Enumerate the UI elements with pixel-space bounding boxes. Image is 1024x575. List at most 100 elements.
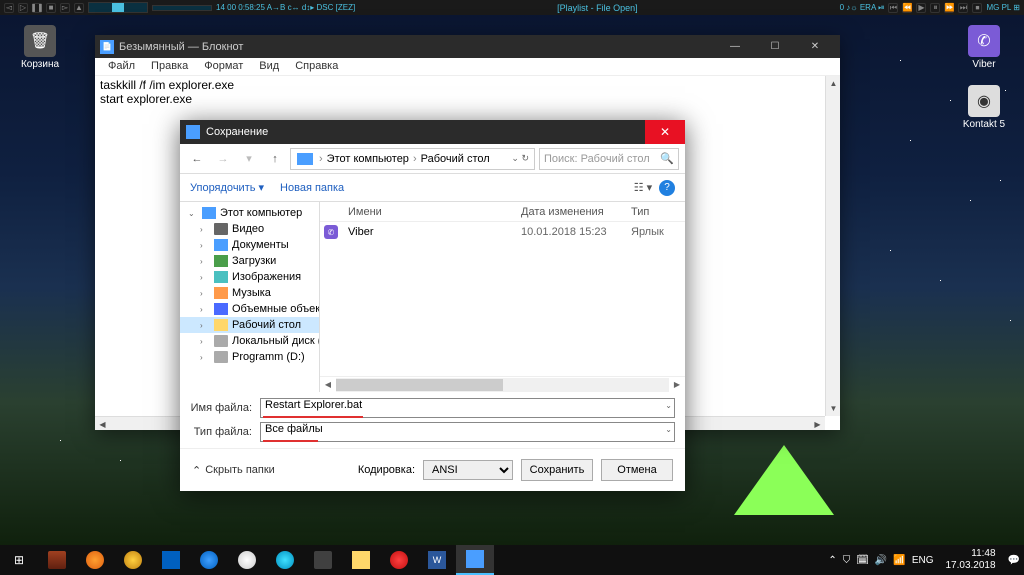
save-titlebar[interactable]: Сохранение ✕ bbox=[180, 120, 685, 144]
viber-shortcut[interactable]: ✆ Viber bbox=[954, 25, 1014, 70]
tb-app-2[interactable] bbox=[76, 545, 114, 575]
tray-notifications-icon[interactable]: 💬 bbox=[1008, 555, 1020, 566]
close-button[interactable]: ✕ bbox=[795, 35, 835, 58]
menu-view[interactable]: Вид bbox=[251, 58, 287, 75]
save-toolbar: Упорядочить ▾ Новая папка ☷ ▾ ? bbox=[180, 174, 685, 202]
nav-back-button[interactable]: ← bbox=[186, 148, 208, 170]
menu-edit[interactable]: Правка bbox=[143, 58, 196, 75]
kontakt-shortcut[interactable]: ◉ Kontakt 5 bbox=[954, 85, 1014, 130]
tb-explorer[interactable] bbox=[342, 545, 380, 575]
wa-b5-icon[interactable]: ⏩ bbox=[944, 3, 954, 13]
tb-app-7[interactable] bbox=[266, 545, 304, 575]
tree-images[interactable]: ›Изображения bbox=[180, 269, 319, 285]
search-input[interactable]: Поиск: Рабочий стол 🔍 bbox=[539, 148, 679, 170]
wa-b4-icon[interactable]: ⏸ bbox=[930, 3, 940, 13]
wa-b7-icon[interactable]: ⏹ bbox=[972, 3, 982, 13]
taskbar-clock[interactable]: 11:48 17.03.2018 bbox=[939, 548, 1001, 572]
tb-notepad[interactable] bbox=[456, 545, 494, 575]
save-nav: ← → ▾ ↑ › Этот компьютер › Рабочий стол … bbox=[180, 144, 685, 174]
cancel-button[interactable]: Отмена bbox=[601, 459, 673, 481]
help-button[interactable]: ? bbox=[659, 180, 675, 196]
filetype-dropdown-icon[interactable]: ⌄ bbox=[665, 425, 672, 434]
tree-downloads[interactable]: ›Загрузки bbox=[180, 253, 319, 269]
encoding-select[interactable]: ANSI bbox=[423, 460, 513, 480]
nav-up-button[interactable]: ↑ bbox=[264, 148, 286, 170]
wa-pause-icon[interactable]: ❚❚ bbox=[32, 3, 42, 13]
tb-app-1[interactable] bbox=[38, 545, 76, 575]
filename-dropdown-icon[interactable]: ⌄ bbox=[665, 401, 672, 410]
tray-wifi-icon[interactable]: 📶 bbox=[893, 555, 905, 566]
filename-input[interactable]: Restart Explorer.bat ⌄ bbox=[260, 398, 675, 418]
col-date[interactable]: Дата изменения bbox=[515, 206, 625, 218]
wa-title: [Playlist - File Open] bbox=[359, 3, 835, 13]
tb-app-3[interactable] bbox=[114, 545, 152, 575]
tree-music[interactable]: ›Музыка bbox=[180, 285, 319, 301]
tree-disk-d[interactable]: ›Programm (D:) bbox=[180, 349, 319, 365]
tree-disk-c[interactable]: ›Локальный диск (C:) bbox=[180, 333, 319, 349]
view-mode-button[interactable]: ☷ ▾ bbox=[633, 179, 653, 197]
notepad-titlebar[interactable]: 📄 Безымянный — Блокнот — ☐ ✕ bbox=[95, 35, 840, 58]
tb-app-6[interactable] bbox=[228, 545, 266, 575]
tb-app-5[interactable] bbox=[190, 545, 228, 575]
scroll-right-icon[interactable]: ▶ bbox=[810, 417, 825, 431]
wa-b1-icon[interactable]: ⏮ bbox=[888, 3, 898, 13]
col-name[interactable]: Имени bbox=[342, 206, 515, 218]
save-close-button[interactable]: ✕ bbox=[645, 120, 685, 144]
tray-icon-1[interactable]: ⛉ bbox=[843, 555, 851, 566]
winamp-bar[interactable]: ◅ ▷ ❚❚ ■ ▻ ▲ 14 00 0:58:25 A→B c↔ d↕▸ DS… bbox=[0, 0, 1024, 15]
tb-word[interactable]: W bbox=[418, 545, 456, 575]
save-button[interactable]: Сохранить bbox=[521, 459, 593, 481]
col-type[interactable]: Тип bbox=[625, 206, 685, 218]
viber-file-icon: ✆ bbox=[324, 225, 338, 239]
scroll-up-icon[interactable]: ▲ bbox=[826, 76, 841, 91]
breadcrumb-dropdown-icon[interactable]: ⌄ ↻ bbox=[511, 153, 532, 164]
wa-progress[interactable] bbox=[152, 5, 212, 11]
minimize-button[interactable]: — bbox=[715, 35, 755, 58]
chevron-up-icon: ⌃ bbox=[192, 464, 201, 477]
menu-format[interactable]: Формат bbox=[196, 58, 251, 75]
maximize-button[interactable]: ☐ bbox=[755, 35, 795, 58]
tb-app-4[interactable] bbox=[152, 545, 190, 575]
menu-file[interactable]: Файл bbox=[100, 58, 143, 75]
list-scrollbar-h[interactable]: ◀ ▶ bbox=[320, 376, 685, 392]
notepad-content[interactable]: taskkill /f /im explorer.exe start explo… bbox=[95, 76, 840, 108]
recycle-bin[interactable]: 🗑 Корзина bbox=[10, 25, 70, 70]
wa-b3-icon[interactable]: ▶ bbox=[916, 3, 926, 13]
menu-help[interactable]: Справка bbox=[287, 58, 346, 75]
notepad-scrollbar-v[interactable]: ▲ ▼ bbox=[825, 76, 840, 416]
wa-stop-icon[interactable]: ■ bbox=[46, 3, 56, 13]
new-folder-button[interactable]: Новая папка bbox=[280, 182, 344, 194]
encoding-label: Кодировка: bbox=[358, 464, 415, 476]
wa-tags[interactable]: MG PL ⊞ bbox=[986, 3, 1020, 12]
wa-b2-icon[interactable]: ⏪ bbox=[902, 3, 912, 13]
wa-next-icon[interactable]: ▻ bbox=[60, 3, 70, 13]
scroll-left-icon[interactable]: ◀ bbox=[95, 417, 110, 431]
tb-app-8[interactable] bbox=[304, 545, 342, 575]
file-list: Имени Дата изменения Тип ✆ Viber 10.01.2… bbox=[320, 202, 685, 392]
nav-forward-button[interactable]: → bbox=[212, 148, 234, 170]
tray-icon-2[interactable]: 🗓 bbox=[856, 555, 869, 566]
list-scroll-right-icon[interactable]: ▶ bbox=[669, 380, 685, 389]
wa-prev-icon[interactable]: ◅ bbox=[4, 3, 14, 13]
tree-3d[interactable]: ›Объемные объекты bbox=[180, 301, 319, 317]
wa-b6-icon[interactable]: ⏭ bbox=[958, 3, 968, 13]
list-item[interactable]: ✆ Viber 10.01.2018 15:23 Ярлык bbox=[320, 222, 685, 242]
tree-desktop[interactable]: ›Рабочий стол bbox=[180, 317, 319, 333]
list-scroll-left-icon[interactable]: ◀ bbox=[320, 380, 336, 389]
organize-button[interactable]: Упорядочить ▾ bbox=[190, 181, 264, 194]
tray-lang[interactable]: ENG bbox=[912, 555, 934, 566]
tray-up-icon[interactable]: ⌃ bbox=[828, 555, 836, 566]
start-button[interactable]: ⊞ bbox=[0, 545, 38, 575]
filetype-select[interactable]: Все файлы ⌄ bbox=[260, 422, 675, 442]
hide-folders-button[interactable]: ⌃ Скрыть папки bbox=[192, 464, 275, 477]
wa-open-icon[interactable]: ▲ bbox=[74, 3, 84, 13]
nav-history-icon[interactable]: ▾ bbox=[238, 148, 260, 170]
breadcrumb[interactable]: › Этот компьютер › Рабочий стол ⌄ ↻ bbox=[290, 148, 535, 170]
tree-pc[interactable]: ⌄Этот компьютер bbox=[180, 205, 319, 221]
tree-documents[interactable]: ›Документы bbox=[180, 237, 319, 253]
wa-play-icon[interactable]: ▷ bbox=[18, 3, 28, 13]
tree-video[interactable]: ›Видео bbox=[180, 221, 319, 237]
tray-speaker-icon[interactable]: 🔊 bbox=[875, 555, 887, 566]
scroll-down-icon[interactable]: ▼ bbox=[826, 401, 841, 416]
tb-opera[interactable] bbox=[380, 545, 418, 575]
